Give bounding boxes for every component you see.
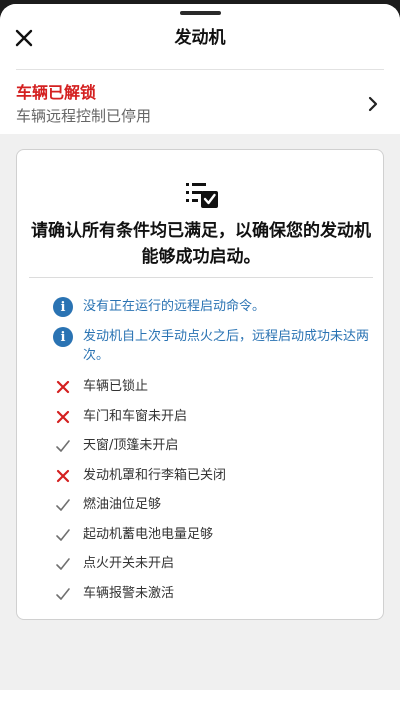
condition-item: 燃油油位足够	[53, 494, 373, 516]
vehicle-status-title: 车辆已解锁	[16, 83, 97, 102]
checkmark-icon	[53, 525, 73, 545]
checkmark-icon	[53, 436, 73, 456]
condition-text: 起动机蓄电池电量足够	[83, 526, 214, 542]
chevron-right-icon	[368, 96, 378, 112]
bottom-safe-area	[0, 690, 400, 701]
condition-item: 车辆报警未激活	[53, 583, 373, 605]
cross-icon	[53, 466, 73, 486]
vehicle-status-row[interactable]: 车辆已解锁 车辆远程控制已停用	[0, 70, 400, 134]
vehicle-status-subtitle: 车辆远程控制已停用	[16, 107, 152, 125]
card-heading: 请确认所有条件均已满足，以确保您的发动机能够成功启动。	[31, 221, 371, 267]
checkmark-icon	[53, 495, 73, 515]
info-item: i 发动机自上次手动点火之后，远程启动成功未达两次。	[53, 327, 373, 365]
condition-text: 车辆已锁止	[83, 379, 149, 394]
condition-text: 点火开关未开启	[83, 556, 175, 571]
condition-item: 车辆已锁止	[53, 376, 373, 398]
condition-text: 燃油油位足够	[83, 497, 162, 512]
condition-item: 天窗/顶篷未开启	[53, 435, 373, 457]
checkmark-icon	[53, 554, 73, 574]
engine-sheet: 发动机 车辆已解锁 车辆远程控制已停用 请确认所有条件均已满足，以确保您的发动机…	[0, 4, 400, 690]
condition-text: 天窗/顶篷未开启	[83, 438, 179, 453]
condition-item: 起动机蓄电池电量足够	[53, 524, 373, 546]
cross-icon	[53, 407, 73, 427]
page-title: 发动机	[174, 28, 226, 48]
condition-text: 发动机罩和行李箱已关闭	[83, 467, 227, 483]
info-icon: i	[53, 297, 73, 317]
checkmark-icon	[53, 584, 73, 604]
conditions-card: 请确认所有条件均已满足，以确保您的发动机能够成功启动。 i 没有正在运行的远程启动…	[16, 149, 384, 620]
info-text: 没有正在运行的远程启动命令。	[83, 299, 266, 314]
sheet-header: 发动机 车辆已解锁 车辆远程控制已停用	[0, 4, 400, 134]
drag-handle[interactable]	[180, 11, 221, 15]
condition-item: 点火开关未开启	[53, 553, 373, 575]
card-divider	[29, 277, 373, 278]
cross-icon	[53, 377, 73, 397]
condition-item: 发动机罩和行李箱已关闭	[53, 465, 373, 487]
info-text: 发动机自上次手动点火之后，远程启动成功未达两次。	[83, 329, 370, 363]
condition-item: 车门和车窗未开启	[53, 406, 373, 428]
info-icon: i	[53, 327, 73, 347]
info-item: i 没有正在运行的远程启动命令。	[53, 297, 373, 317]
condition-text: 车门和车窗未开启	[83, 408, 188, 424]
condition-text: 车辆报警未激活	[83, 585, 175, 601]
checklist-icon	[186, 183, 218, 208]
